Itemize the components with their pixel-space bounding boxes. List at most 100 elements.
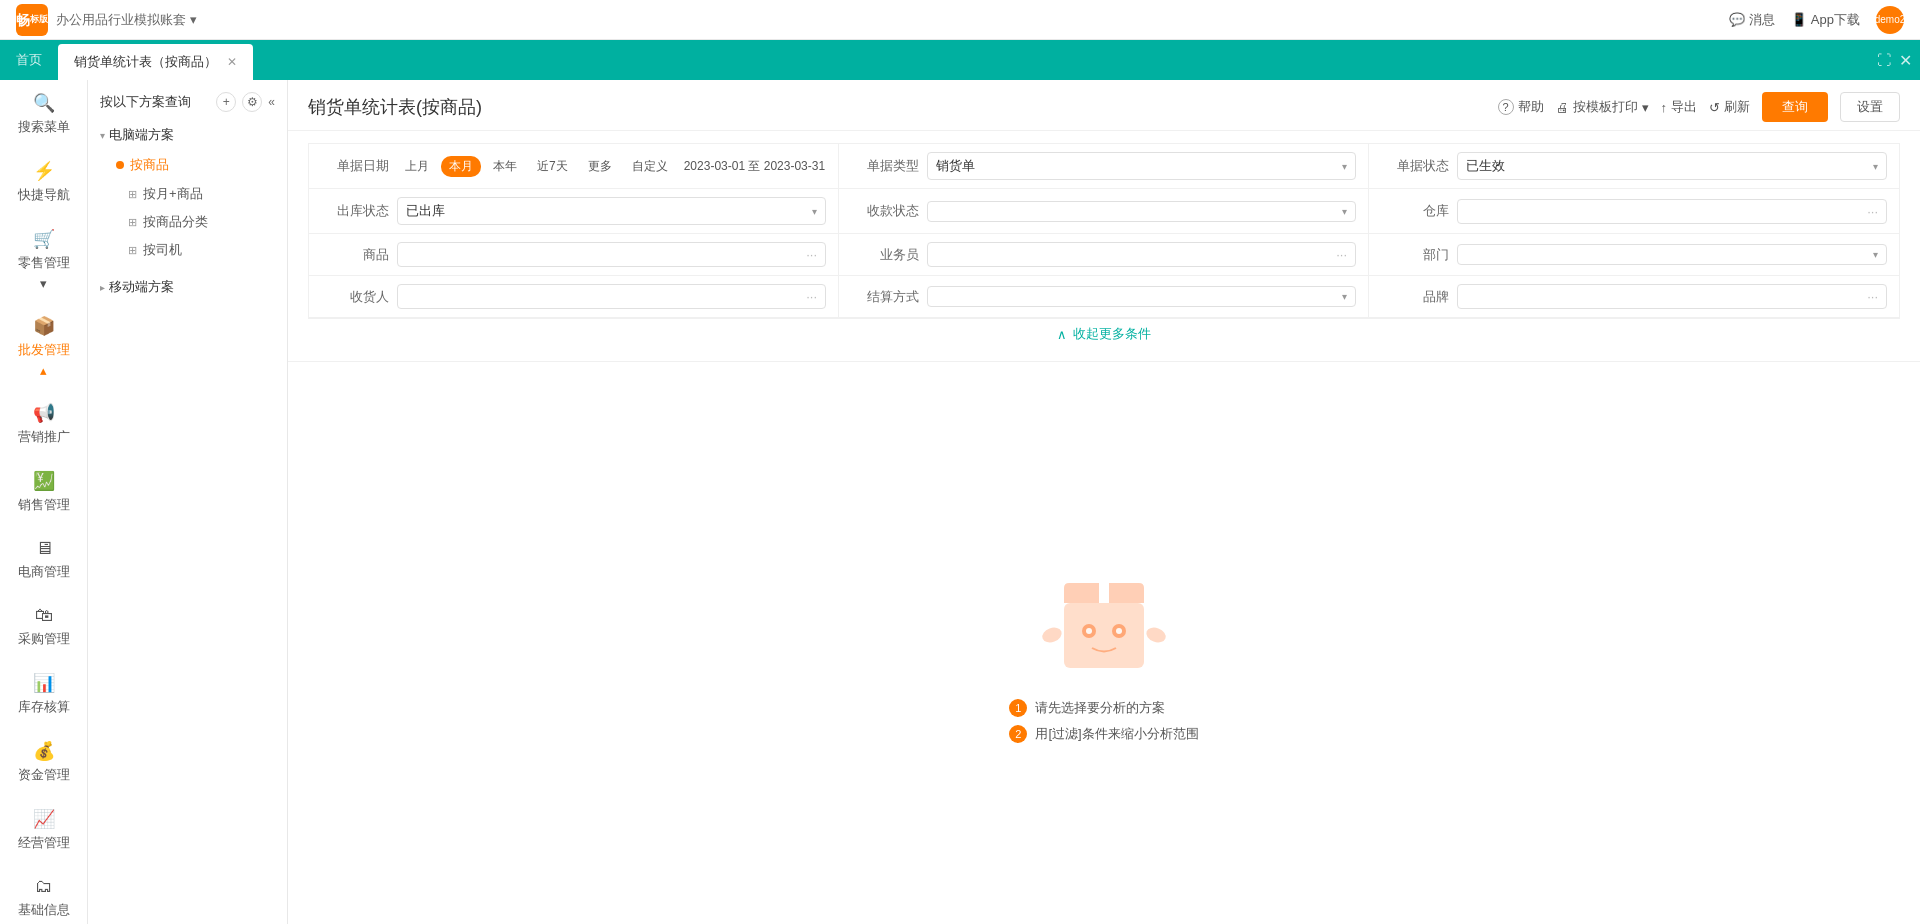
export-button[interactable]: ↑ 导出 (1661, 98, 1698, 116)
scheme-add-button[interactable]: + (216, 92, 236, 112)
scheme-group-mobile: ▸ 移动端方案 (88, 268, 287, 306)
tab-close-button[interactable]: ✕ (227, 55, 237, 69)
main-panel: 销货单统计表(按商品) ? 帮助 🖨 按模板打印 ▾ ↑ 导出 (288, 80, 1920, 924)
collapse-bar[interactable]: ∧ 收起更多条件 (308, 318, 1900, 349)
page-title: 销货单统计表(按商品) (308, 95, 482, 119)
quicknav-icon: ⚡ (33, 160, 55, 182)
date-tab-current-year[interactable]: 本年 (485, 156, 525, 177)
sidebar-item-search[interactable]: 🔍 搜索菜单 (0, 80, 87, 148)
receiver-input[interactable]: ··· (397, 284, 826, 309)
date-tab-current-month[interactable]: 本月 (441, 156, 481, 177)
sidebar-item-ecommerce[interactable]: 🖥 电商管理 (0, 526, 87, 593)
settlement-select[interactable]: ▾ (927, 286, 1356, 307)
print-dropdown-icon[interactable]: ▾ (1642, 100, 1649, 115)
scheme-item-by-month-goods[interactable]: ⊞ 按月+商品 (88, 180, 287, 208)
scheme-settings-button[interactable]: ⚙ (242, 92, 262, 112)
doc-type-select[interactable]: 销货单 ▾ (927, 152, 1356, 180)
date-tab-7days[interactable]: 近7天 (529, 156, 576, 177)
scheme-group-mobile-header[interactable]: ▸ 移动端方案 (88, 272, 287, 302)
sidebar-item-finance[interactable]: 💰 资金管理 (0, 728, 87, 796)
maximize-icon: ⛶ (1877, 52, 1891, 68)
sidebar-item-marketing[interactable]: 📢 营销推广 (0, 390, 87, 458)
warehouse-input[interactable]: ··· (1457, 199, 1887, 224)
dept-arrow-icon: ▾ (1873, 249, 1878, 260)
sales-icon: 💹 (33, 470, 55, 492)
export-icon: ↑ (1661, 100, 1668, 115)
out-status-arrow-icon: ▾ (812, 206, 817, 217)
sidebar-item-sales[interactable]: 💹 销售管理 (0, 458, 87, 526)
tab-maximize-button[interactable]: ⛶ (1877, 52, 1891, 68)
scheme-item-by-category[interactable]: ⊞ 按商品分类 (88, 208, 287, 236)
chevron-down-icon: ▾ (40, 276, 47, 291)
topbar: 畅 标版 办公用品行业模拟账套 ▾ 💬 消息 📱 App下载 demo2 (0, 0, 1920, 40)
date-tab-custom[interactable]: 自定义 (624, 156, 676, 177)
goods-dots-icon: ··· (806, 247, 817, 262)
marketing-icon: 📢 (33, 402, 55, 424)
scheme-item-by-goods[interactable]: 按商品 (88, 150, 287, 180)
scheme-collapse-button[interactable]: « (268, 95, 275, 109)
doc-status-arrow-icon: ▾ (1873, 161, 1878, 172)
sidebar-item-quicknav[interactable]: ⚡ 快捷导航 (0, 148, 87, 216)
logo: 畅 标版 (16, 4, 48, 36)
sidebar-item-purchase[interactable]: 🛍 采购管理 (0, 593, 87, 660)
out-status-cell: 出库状态 已出库 ▾ (309, 189, 839, 233)
goods-cell: 商品 ··· (309, 234, 839, 275)
sidebar: 🔍 搜索菜单 ⚡ 快捷导航 🛒 零售管理 ▾ 📦 批发管理 ▴ 📢 营销推广 💹… (0, 80, 88, 924)
out-status-select[interactable]: 已出库 ▾ (397, 197, 826, 225)
purchase-icon: 🛍 (35, 605, 53, 626)
topbar-right: 💬 消息 📱 App下载 demo2 (1729, 6, 1904, 34)
svg-point-4 (1116, 628, 1122, 634)
collect-status-select[interactable]: ▾ (927, 201, 1356, 222)
empty-step-2: 2 用[过滤]条件来缩小分析范围 (1009, 725, 1198, 743)
empty-illustration (1024, 543, 1184, 683)
empty-state: 1 请先选择要分析的方案 2 用[过滤]条件来缩小分析范围 (288, 362, 1920, 924)
brand-input[interactable]: ··· (1457, 284, 1887, 309)
scheme-active-dot (116, 161, 124, 169)
dept-cell: 部门 ▾ (1369, 234, 1899, 275)
step-1-icon: 1 (1009, 699, 1027, 717)
settings-button[interactable]: 设置 (1840, 92, 1900, 122)
main-layout: 🔍 搜索菜单 ⚡ 快捷导航 🛒 零售管理 ▾ 📦 批发管理 ▴ 📢 营销推广 💹… (0, 80, 1920, 924)
receiver-dots-icon: ··· (806, 289, 817, 304)
scheme-subitem-icon-3: ⊞ (128, 244, 137, 257)
tab-sales-stat[interactable]: 销货单统计表（按商品） ✕ (58, 44, 253, 80)
query-button[interactable]: 查询 (1762, 92, 1828, 122)
svg-rect-0 (1064, 603, 1144, 668)
collect-status-cell: 收款状态 ▾ (839, 189, 1369, 233)
refresh-button[interactable]: ↺ 刷新 (1709, 98, 1750, 116)
salesperson-input[interactable]: ··· (927, 242, 1356, 267)
empty-steps: 1 请先选择要分析的方案 2 用[过滤]条件来缩小分析范围 (1009, 699, 1198, 743)
tab-home[interactable]: 首页 (0, 40, 58, 80)
doc-status-select[interactable]: 已生效 ▾ (1457, 152, 1887, 180)
tabbar: 首页 销货单统计表（按商品） ✕ ⛶ ✕ (0, 40, 1920, 80)
help-button[interactable]: ? 帮助 (1498, 98, 1544, 116)
filter-area: 单据日期 上月 本月 本年 近7天 更多 自定义 2023-03-01 至 20… (288, 131, 1920, 362)
scheme-panel: 按以下方案查询 + ⚙ « ▾ 电脑端方案 按商品 ⊞ 按月+商 (88, 80, 288, 924)
warehouse-cell: 仓库 ··· (1369, 189, 1899, 233)
date-tab-more[interactable]: 更多 (580, 156, 620, 177)
message-button[interactable]: 💬 消息 (1729, 11, 1775, 29)
user-menu[interactable]: demo2 (1876, 6, 1904, 34)
scheme-group-arrow-icon: ▾ (100, 130, 105, 141)
empty-step-1: 1 请先选择要分析的方案 (1009, 699, 1198, 717)
sidebar-item-operations[interactable]: 📈 经营管理 (0, 796, 87, 864)
date-tab-last-month[interactable]: 上月 (397, 156, 437, 177)
scheme-group-desktop-header[interactable]: ▾ 电脑端方案 (88, 120, 287, 150)
message-icon: 💬 (1729, 12, 1745, 27)
salesperson-cell: 业务员 ··· (839, 234, 1369, 275)
sidebar-item-inventory[interactable]: 📊 库存核算 (0, 660, 87, 728)
doc-status-cell: 单据状态 已生效 ▾ (1369, 144, 1899, 188)
empty-svg-icon (1034, 553, 1174, 673)
dept-select[interactable]: ▾ (1457, 244, 1887, 265)
workspace-dropdown[interactable]: 办公用品行业模拟账套 ▾ (56, 11, 197, 29)
scheme-item-by-scanner[interactable]: ⊞ 按司机 (88, 236, 287, 264)
sidebar-item-wholesale[interactable]: 📦 批发管理 ▴ (0, 303, 87, 390)
scheme-header-actions: + ⚙ « (216, 92, 275, 112)
settlement-cell: 结算方式 ▾ (839, 276, 1369, 317)
app-download-button[interactable]: 📱 App下载 (1791, 11, 1860, 29)
tab-window-close-button[interactable]: ✕ (1899, 51, 1912, 70)
sidebar-item-retail[interactable]: 🛒 零售管理 ▾ (0, 216, 87, 303)
goods-input[interactable]: ··· (397, 242, 826, 267)
sidebar-item-basic[interactable]: 🗂 基础信息 (0, 864, 87, 924)
print-button[interactable]: 🖨 按模板打印 ▾ (1556, 98, 1649, 116)
